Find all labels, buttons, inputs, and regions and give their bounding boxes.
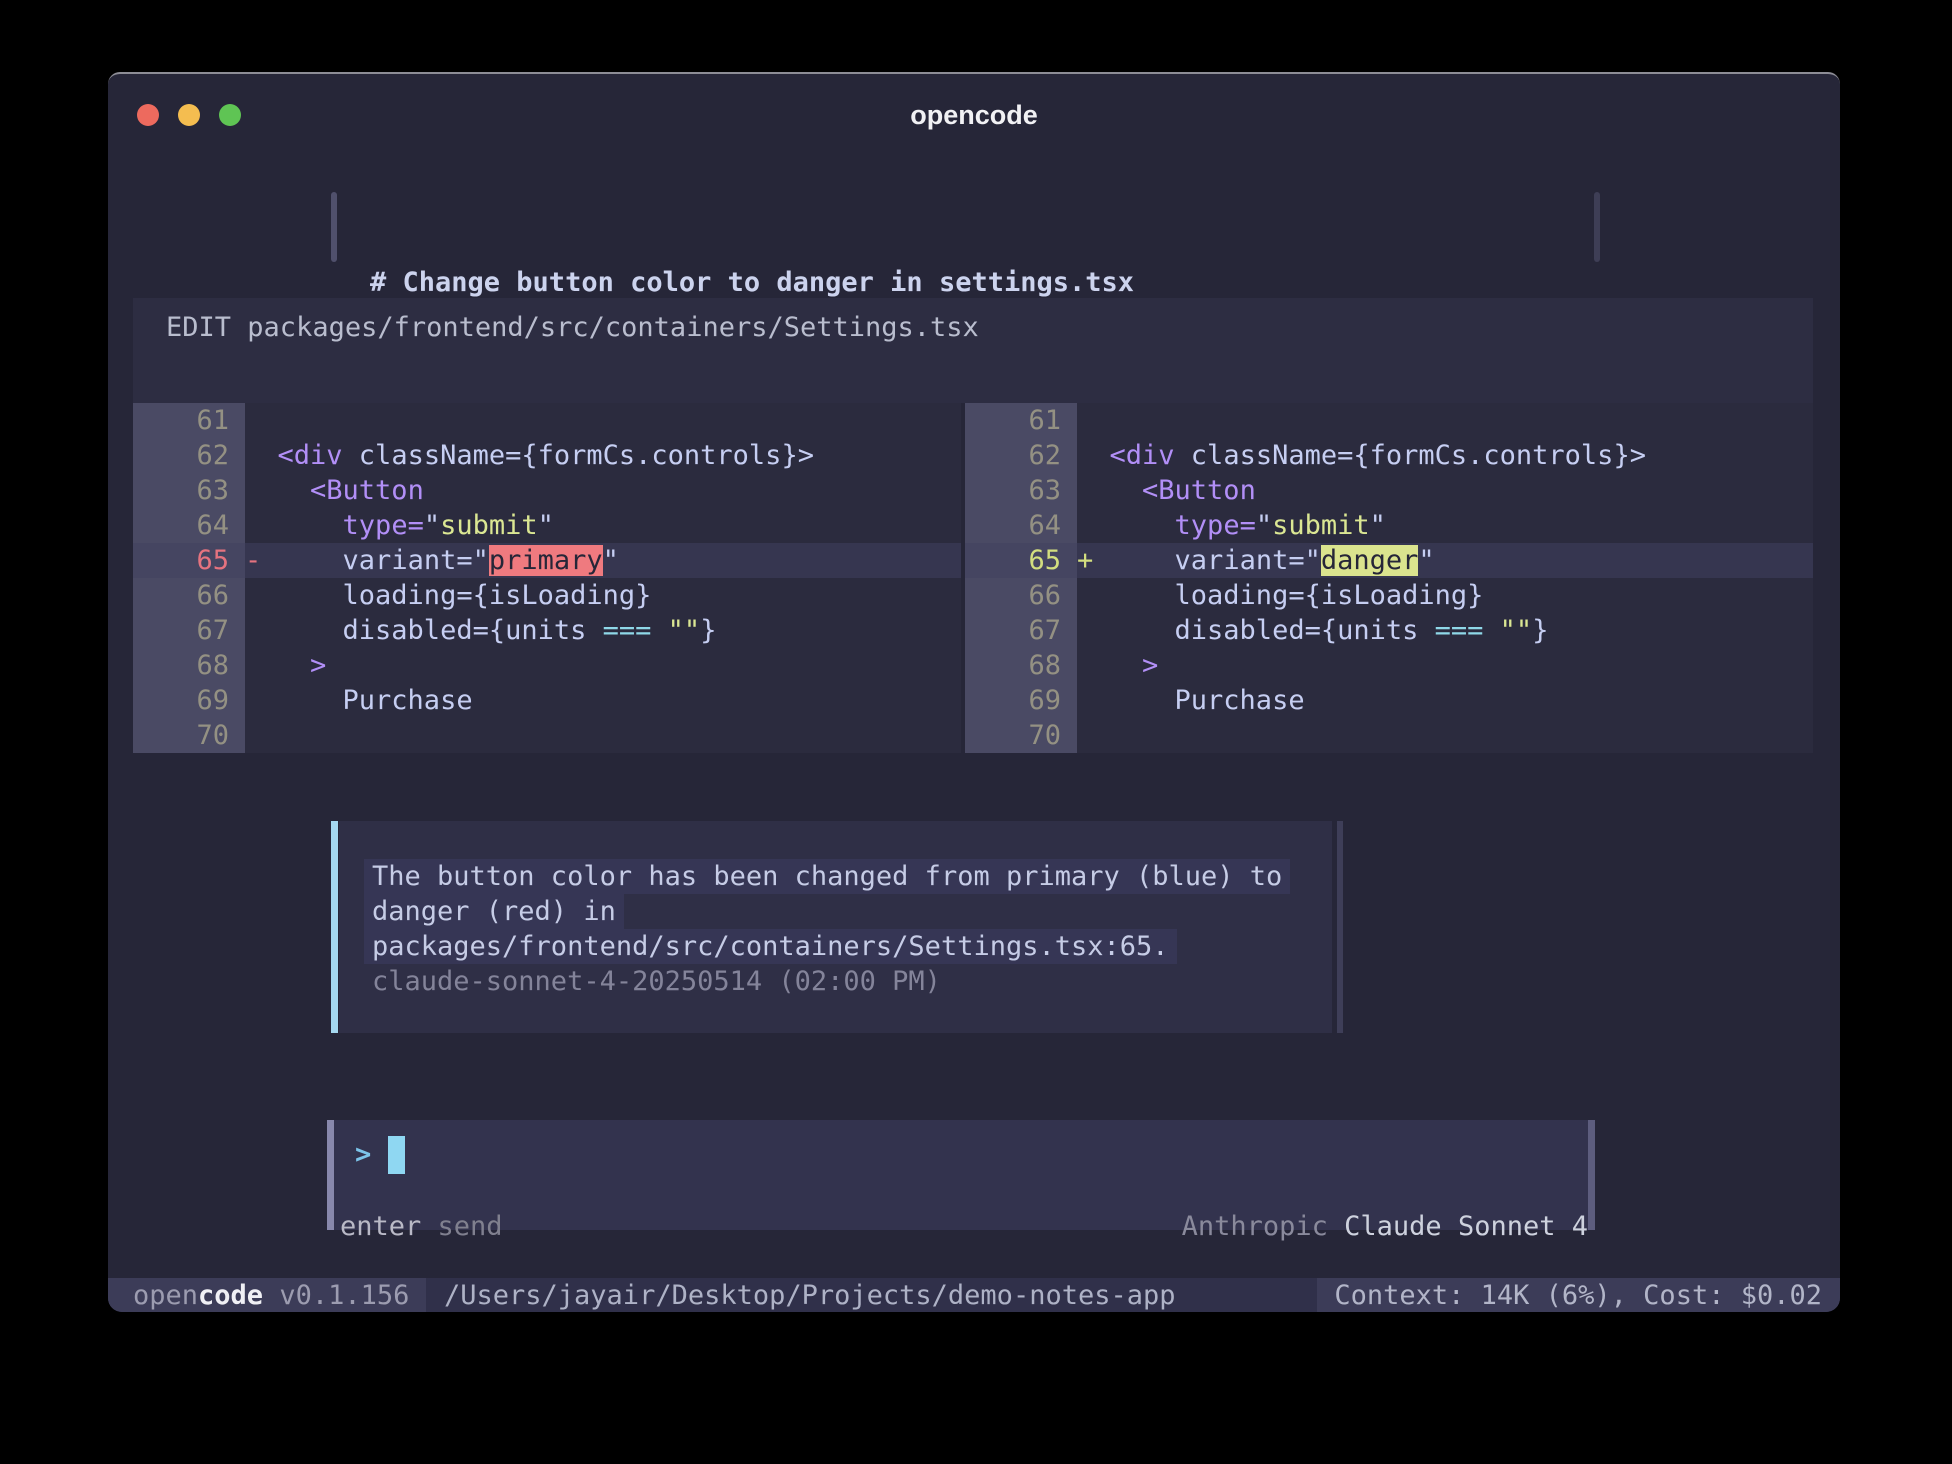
input-footer: enter send Anthropic Claude Sonnet 4: [340, 1209, 1588, 1244]
code-line: [245, 403, 961, 438]
model-timestamp-line: claude-sonnet-4-20250514 (02:00 PM): [372, 964, 1290, 999]
diff-right-gutter: 61626364656667686970: [965, 403, 1077, 753]
line-number: 69: [133, 683, 245, 718]
line-number: 70: [965, 718, 1077, 753]
line-number: 70: [133, 718, 245, 753]
message-line: The button color has been changed from p…: [372, 859, 1290, 894]
assistant-right-bar: [1337, 821, 1343, 1033]
line-number: 65: [965, 543, 1077, 578]
line-number: 66: [965, 578, 1077, 613]
diff-left-gutter: 61626364656667686970: [133, 403, 245, 753]
edit-file-path: packages/frontend/src/containers/Setting…: [247, 312, 979, 343]
line-number: 64: [133, 508, 245, 543]
diff-left-code: <div className={formCs.controls}> <Butto…: [245, 403, 961, 753]
message-line: danger (red) in: [372, 894, 1290, 929]
line-number: 68: [133, 648, 245, 683]
text-cursor: [388, 1136, 405, 1174]
line-number: 67: [133, 613, 245, 648]
code-line: loading={isLoading}: [1077, 578, 1813, 613]
working-directory: /Users/jayair/Desktop/Projects/demo-note…: [444, 1278, 1176, 1312]
line-number: 69: [965, 683, 1077, 718]
diff-right-code: <div className={formCs.controls}> <Butto…: [1077, 403, 1813, 753]
line-number: 67: [965, 613, 1077, 648]
line-number: 66: [133, 578, 245, 613]
window-title: opencode: [108, 98, 1840, 132]
code-line: [1077, 403, 1813, 438]
code-line: - variant="primary": [245, 543, 961, 578]
line-number: 61: [965, 403, 1077, 438]
line-number: 62: [965, 438, 1077, 473]
diff-view: 61626364656667686970 <div className={for…: [108, 403, 1840, 753]
message-line: packages/frontend/src/containers/Setting…: [372, 929, 1290, 964]
code-line: [245, 718, 961, 753]
code-line: type="submit": [1077, 508, 1813, 543]
prompt-accent-bar: [331, 192, 337, 262]
prompt-title: # Change button color to danger in setti…: [370, 265, 1134, 300]
code-line: >: [1077, 648, 1813, 683]
line-number: 62: [133, 438, 245, 473]
line-number: 63: [133, 473, 245, 508]
line-number: 64: [965, 508, 1077, 543]
code-line: Purchase: [1077, 683, 1813, 718]
edit-tool-panel: EDIT packages/frontend/src/containers/Se…: [133, 298, 1813, 403]
model-indicator: Anthropic Claude Sonnet 4: [1182, 1209, 1588, 1244]
context-cost-segment: Context: 14K (6%), Cost: $0.02: [1317, 1278, 1840, 1312]
code-line: + variant="danger": [1077, 543, 1813, 578]
opencode-window: opencode # Change button color to danger…: [108, 72, 1840, 1312]
input-right-bar: [1588, 1120, 1595, 1230]
line-number: 68: [965, 648, 1077, 683]
assistant-accent-bar: [331, 821, 338, 1033]
code-line: type="submit": [245, 508, 961, 543]
prompt-right-bar: [1594, 192, 1600, 262]
code-line: <div className={formCs.controls}>: [1077, 438, 1813, 473]
code-line: disabled={units === ""}: [245, 613, 961, 648]
send-hint: enter send: [340, 1209, 503, 1244]
code-line: <div className={formCs.controls}>: [245, 438, 961, 473]
line-number: 63: [965, 473, 1077, 508]
input-left-bar: [327, 1120, 334, 1230]
status-bar: opencode v0.1.156 /Users/jayair/Desktop/…: [108, 1278, 1840, 1312]
code-line: Purchase: [245, 683, 961, 718]
code-line: disabled={units === ""}: [1077, 613, 1813, 648]
line-number: 65: [133, 543, 245, 578]
assistant-message-text: The button color has been changed from p…: [372, 859, 1290, 999]
code-line: loading={isLoading}: [245, 578, 961, 613]
app-version-segment: opencode v0.1.156: [108, 1278, 426, 1312]
edit-tool-header: EDIT packages/frontend/src/containers/Se…: [133, 298, 1813, 345]
line-number: 61: [133, 403, 245, 438]
prompt-char: >: [355, 1136, 371, 1174]
code-line: <Button: [245, 473, 961, 508]
code-line: [1077, 718, 1813, 753]
edit-label: EDIT: [166, 312, 231, 343]
code-line: >: [245, 648, 961, 683]
code-line: <Button: [1077, 473, 1813, 508]
